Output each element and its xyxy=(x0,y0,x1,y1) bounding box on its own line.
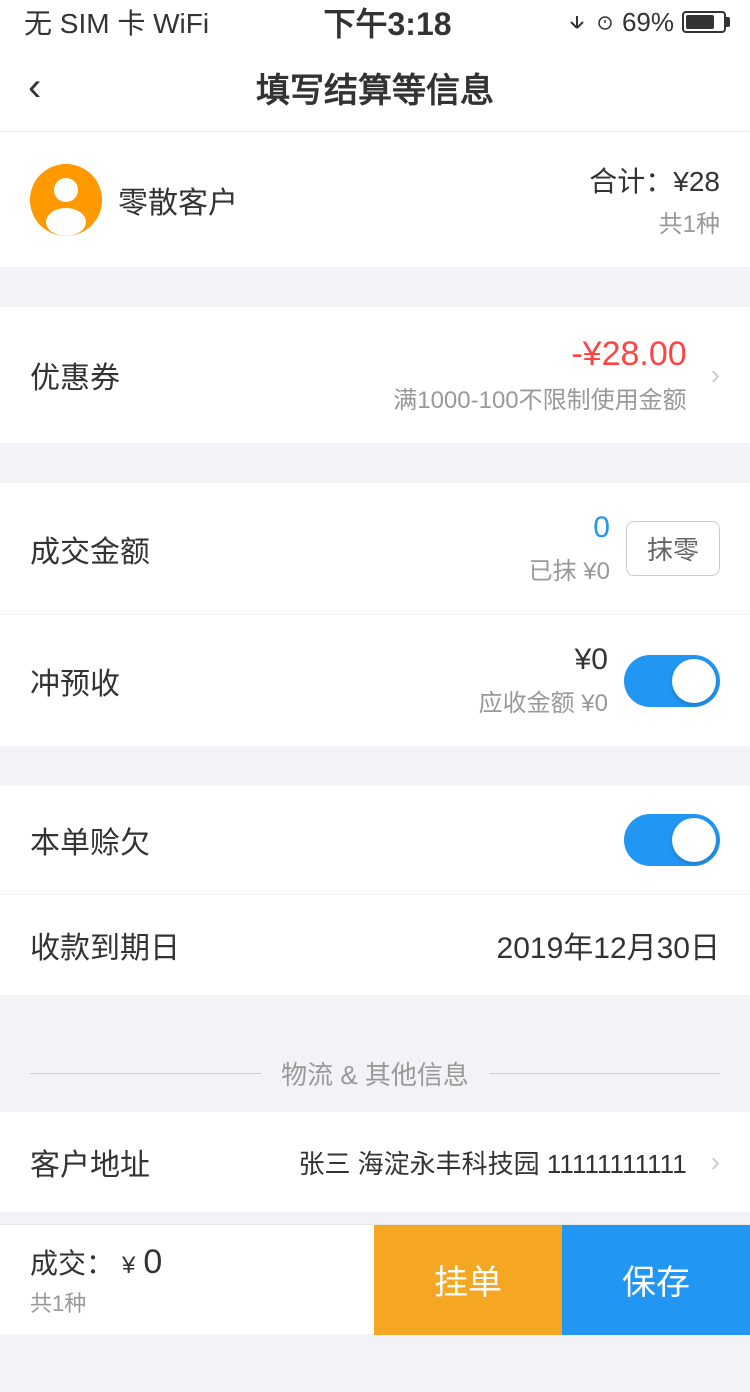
address-value: 张三 海淀永丰科技园 11111111111 xyxy=(298,1144,686,1181)
credit-section: 本单赊欠 收款到期日 2019年12月30日 xyxy=(0,786,750,995)
credit-right xyxy=(624,814,720,866)
deal-amount-value: 0 xyxy=(529,511,610,545)
bottom-bar: 成交： ¥ 0 共1种 挂单 保存 xyxy=(0,1224,750,1334)
status-left: 无 SIM 卡 WiFi xyxy=(24,2,209,42)
save-button[interactable]: 保存 xyxy=(562,1225,750,1335)
address-section: 客户地址 张三 海淀永丰科技园 11111111111 › xyxy=(0,1112,750,1212)
customer-left: 零散客户 xyxy=(30,164,238,236)
coupon-description: 满1000-100不限制使用金额 xyxy=(393,380,686,415)
round-off-button[interactable]: 抹零 xyxy=(626,521,720,576)
chevron-right-icon: › xyxy=(711,359,720,391)
prepaid-right: ¥0 应收金额 ¥0 xyxy=(479,643,720,718)
prepaid-label: 冲预收 xyxy=(30,659,120,703)
bottom-info: 成交： ¥ 0 共1种 xyxy=(0,1242,374,1318)
divider-2 xyxy=(0,463,750,483)
divider-3 xyxy=(0,766,750,786)
alarm-icon xyxy=(596,13,614,31)
prepaid-row: 冲预收 ¥0 应收金额 ¥0 xyxy=(0,615,750,746)
divider-4 xyxy=(0,1015,750,1035)
customer-row: 零散客户 合计：¥28 共1种 xyxy=(0,132,750,267)
credit-toggle[interactable] xyxy=(624,814,720,866)
bottom-deal-row: 成交： ¥ 0 xyxy=(30,1242,344,1282)
prepaid-amount: ¥0 xyxy=(479,643,608,677)
coupon-section: 优惠券 -¥28.00 满1000-100不限制使用金额 › xyxy=(0,307,750,443)
prepaid-sub: 应收金额 ¥0 xyxy=(479,683,608,718)
deal-amount-row: 成交金额 0 已抹 ¥0 抹零 xyxy=(0,483,750,615)
bottom-currency: ¥ xyxy=(122,1252,135,1280)
logistics-separator: 物流 & 其他信息 xyxy=(0,1035,750,1112)
logistics-label: 物流 & 其他信息 xyxy=(281,1055,469,1092)
address-label: 客户地址 xyxy=(30,1140,150,1184)
customer-name: 零散客户 xyxy=(118,178,238,222)
battery-percent: 69% xyxy=(622,7,674,38)
page-title: 填写结算等信息 xyxy=(256,63,494,112)
due-date-row: 收款到期日 2019年12月30日 xyxy=(0,895,750,995)
address-right: 张三 海淀永丰科技园 11111111111 › xyxy=(298,1144,720,1181)
total-amount: 合计：¥28 xyxy=(589,160,720,200)
sep-line-left xyxy=(30,1073,261,1074)
credit-label: 本单赊欠 xyxy=(30,818,150,862)
bottom-deal-label: 成交： xyxy=(30,1242,114,1282)
deal-section: 成交金额 0 已抹 ¥0 抹零 冲预收 ¥0 应收金额 ¥0 xyxy=(0,483,750,746)
pending-button[interactable]: 挂单 xyxy=(374,1225,562,1335)
avatar xyxy=(30,164,102,236)
location-icon xyxy=(566,14,588,30)
bottom-count: 共1种 xyxy=(30,1286,344,1318)
battery-icon xyxy=(682,11,726,33)
nav-bar: ‹ 填写结算等信息 xyxy=(0,44,750,132)
prepaid-toggle[interactable] xyxy=(624,655,720,707)
status-right: 69% xyxy=(566,7,726,38)
deal-amount-label: 成交金额 xyxy=(30,527,150,571)
total-count: 共1种 xyxy=(589,204,720,239)
due-date-value: 2019年12月30日 xyxy=(497,923,720,967)
back-button[interactable]: ‹ xyxy=(28,65,41,110)
divider-1 xyxy=(0,287,750,307)
content-area: 零散客户 合计：¥28 共1种 优惠券 -¥28.00 满1000-100不限制… xyxy=(0,132,750,1392)
due-date-label: 收款到期日 xyxy=(30,923,180,967)
coupon-right: -¥28.00 满1000-100不限制使用金额 › xyxy=(393,335,720,415)
coupon-label: 优惠券 xyxy=(30,353,120,397)
credit-toggle-knob xyxy=(672,818,716,862)
deal-amount-sub: 已抹 ¥0 xyxy=(529,551,610,586)
customer-total: 合计：¥28 共1种 xyxy=(589,160,720,239)
bottom-amount: 0 xyxy=(143,1243,162,1282)
toggle-knob xyxy=(672,659,716,703)
sep-line-right xyxy=(489,1073,720,1074)
sim-status: 无 SIM 卡 WiFi xyxy=(24,2,209,42)
address-chevron-icon: › xyxy=(711,1146,720,1178)
credit-row: 本单赊欠 xyxy=(0,786,750,895)
coupon-row[interactable]: 优惠券 -¥28.00 满1000-100不限制使用金额 › xyxy=(0,307,750,443)
status-time: 下午3:18 xyxy=(323,0,451,45)
coupon-discount: -¥28.00 xyxy=(393,335,686,374)
deal-amount-right: 0 已抹 ¥0 抹零 xyxy=(529,511,720,586)
status-bar: 无 SIM 卡 WiFi 下午3:18 69% xyxy=(0,0,750,44)
address-row[interactable]: 客户地址 张三 海淀永丰科技园 11111111111 › xyxy=(0,1112,750,1212)
